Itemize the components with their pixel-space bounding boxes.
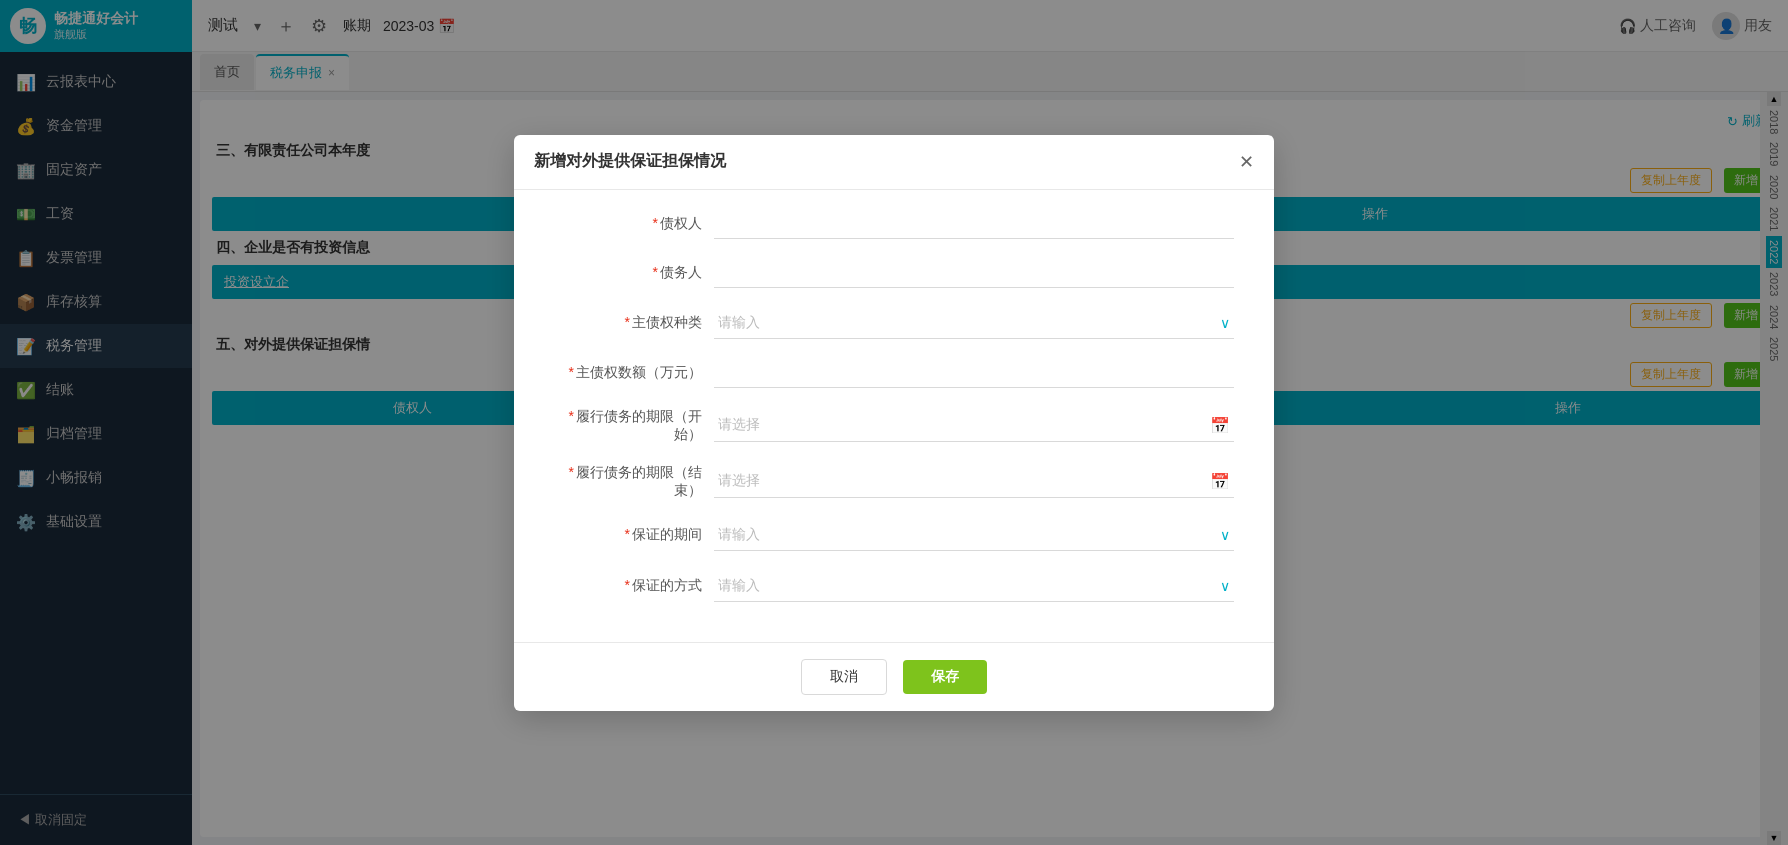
claim-amount-label: *主债权数额（万元） (554, 364, 714, 382)
creditor-label: *债权人 (554, 215, 714, 233)
form-row-creditor: *债权人 (554, 210, 1234, 239)
modal-close-button[interactable]: ✕ (1239, 151, 1254, 173)
save-button[interactable]: 保存 (903, 660, 987, 694)
guarantee-method-label: *保证的方式 (554, 577, 714, 595)
guarantee-period-select[interactable]: 请输入 ∨ (714, 520, 1234, 551)
form-row-claim-type: *主债权种类 请输入 ∨ (554, 308, 1234, 339)
period-start-label: *履行债务的期限（开始） (554, 408, 714, 444)
form-row-period-start: *履行债务的期限（开始） 请选择 📅 (554, 408, 1234, 444)
form-row-debtor: *债务人 (554, 259, 1234, 288)
cancel-button[interactable]: 取消 (801, 659, 887, 695)
creditor-input[interactable] (714, 210, 1234, 239)
modal-title: 新增对外提供保证担保情况 (534, 151, 726, 172)
modal-overlay: 新增对外提供保证担保情况 ✕ *债权人 *债务人 *主债权种类 (0, 0, 1788, 845)
debtor-input[interactable] (714, 259, 1234, 288)
modal-footer: 取消 保存 (514, 642, 1274, 711)
modal-body: *债权人 *债务人 *主债权种类 请输入 ∨ (514, 190, 1274, 642)
period-end-calendar-icon: 📅 (1210, 472, 1230, 491)
guarantee-method-select[interactable]: 请输入 ∨ (714, 571, 1234, 602)
claim-type-dropdown-icon: ∨ (1220, 315, 1230, 331)
form-row-guarantee-method: *保证的方式 请输入 ∨ (554, 571, 1234, 602)
claim-amount-input[interactable] (714, 359, 1234, 388)
guarantee-period-dropdown-icon: ∨ (1220, 527, 1230, 543)
guarantee-method-dropdown-icon: ∨ (1220, 578, 1230, 594)
guarantee-period-label: *保证的期间 (554, 526, 714, 544)
claim-type-label: *主债权种类 (554, 314, 714, 332)
period-start-calendar-icon: 📅 (1210, 416, 1230, 435)
form-row-claim-amount: *主债权数额（万元） (554, 359, 1234, 388)
form-row-period-end: *履行债务的期限（结束） 请选择 📅 (554, 464, 1234, 500)
claim-type-select[interactable]: 请输入 ∨ (714, 308, 1234, 339)
period-start-picker[interactable]: 请选择 📅 (714, 410, 1234, 442)
period-end-label: *履行债务的期限（结束） (554, 464, 714, 500)
form-row-guarantee-period: *保证的期间 请输入 ∨ (554, 520, 1234, 551)
period-end-picker[interactable]: 请选择 📅 (714, 466, 1234, 498)
modal-header: 新增对外提供保证担保情况 ✕ (514, 135, 1274, 190)
debtor-label: *债务人 (554, 264, 714, 282)
modal-dialog: 新增对外提供保证担保情况 ✕ *债权人 *债务人 *主债权种类 (514, 135, 1274, 711)
